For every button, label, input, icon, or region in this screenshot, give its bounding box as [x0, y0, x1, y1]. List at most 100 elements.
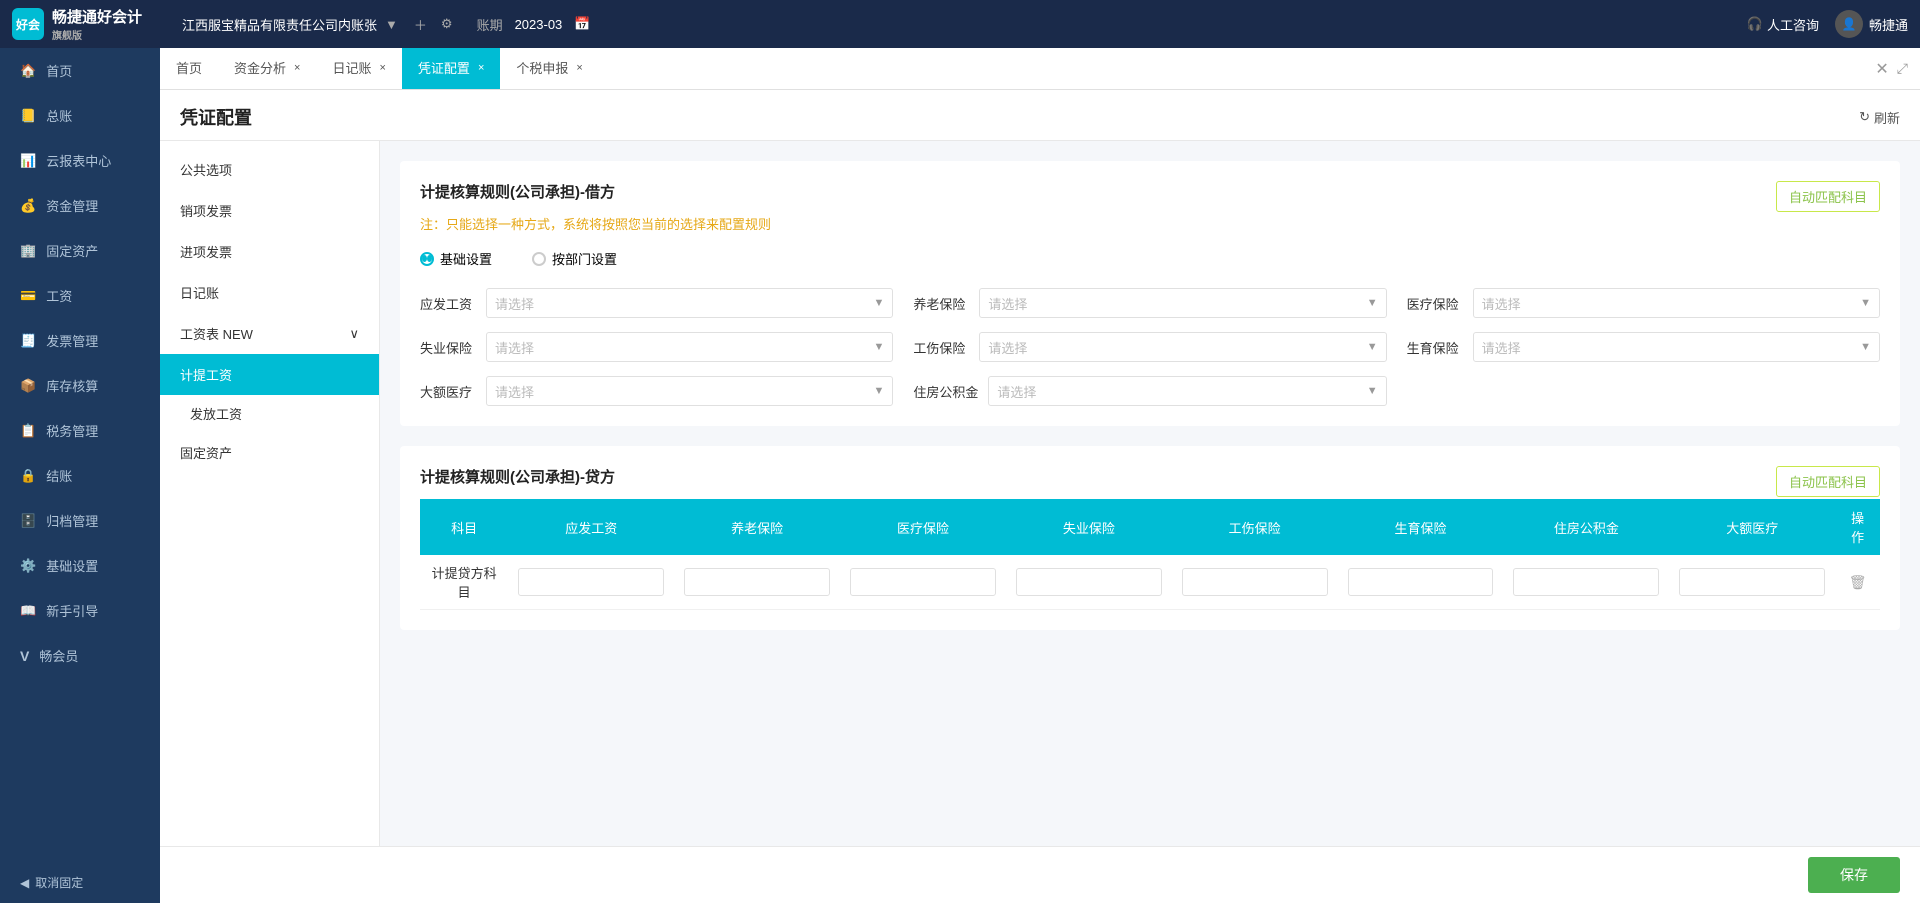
sidebar-item-archive[interactable]: 🗄️ 归档管理 — [0, 498, 160, 543]
select-big-medical[interactable]: 请选择 ▼ — [486, 376, 893, 406]
cancel-fixed-button[interactable]: ◀ 取消固定 — [0, 862, 160, 903]
page-title: 凭证配置 — [180, 104, 252, 130]
tab-maximize-icon[interactable]: ⤢ — [1897, 60, 1908, 77]
sidebar-label-tax: 税务管理 — [46, 421, 98, 440]
select-salary-placeholder: 请选择 — [495, 294, 534, 313]
company-name: 江西服宝精品有限责任公司内账张 — [182, 15, 377, 34]
radio-department[interactable]: 按部门设置 — [532, 249, 617, 268]
select-unemploy[interactable]: 请选择 ▼ — [486, 332, 893, 362]
left-nav-accrual[interactable]: 计提工资 — [160, 354, 379, 395]
select-maternity[interactable]: 请选择 ▼ — [1473, 332, 1880, 362]
input-credit-work-injury[interactable] — [1182, 568, 1328, 596]
credit-section: 计提核算规则(公司承担)-贷方 自动匹配科目 科目 应发工资 养老保险 医疗保险… — [400, 446, 1900, 630]
select-unemploy-placeholder: 请选择 — [495, 338, 534, 357]
page-header: 凭证配置 ↻ 刷新 — [160, 90, 1920, 141]
inventory-icon: 📦 — [20, 378, 36, 394]
new-badge: NEW — [223, 327, 253, 342]
reports-icon: 📊 — [20, 153, 36, 169]
tab-voucher-config[interactable]: 凭证配置 × — [402, 48, 500, 89]
sidebar-item-settings[interactable]: ⚙️ 基础设置 — [0, 543, 160, 588]
select-housing[interactable]: 请选择 ▼ — [988, 376, 1386, 406]
credit-auto-match-button[interactable]: 自动匹配科目 — [1776, 466, 1880, 497]
select-medical[interactable]: 请选择 ▼ — [1473, 288, 1880, 318]
delete-row-icon[interactable]: 🗑 — [1849, 574, 1867, 590]
sidebar-item-assets[interactable]: 🏢 固定资产 — [0, 228, 160, 273]
th-work-injury: 工伤保险 — [1172, 499, 1338, 555]
left-nav-public-label: 公共选项 — [180, 160, 232, 179]
tab-close-all-icon[interactable]: ✕ — [1875, 59, 1888, 79]
left-nav-purchase[interactable]: 进项发票 — [160, 231, 379, 272]
sidebar-label-settings: 基础设置 — [46, 556, 98, 575]
th-unemploy: 失业保险 — [1006, 499, 1172, 555]
td-unemploy-input[interactable] — [1006, 555, 1172, 610]
td-salary-input[interactable] — [508, 555, 674, 610]
th-pension: 养老保险 — [674, 499, 840, 555]
tab-journal[interactable]: 日记账 × — [316, 48, 401, 89]
dropdown-arrow[interactable]: ▼ — [385, 17, 398, 32]
tab-fund-close[interactable]: × — [294, 62, 300, 74]
left-nav-public[interactable]: 公共选项 — [160, 149, 379, 190]
sidebar-item-close[interactable]: 🔒 结账 — [0, 453, 160, 498]
sidebar-item-reports[interactable]: 📊 云报表中心 — [0, 138, 160, 183]
settings-icon[interactable]: ⚙ — [441, 16, 453, 32]
input-credit-pension[interactable] — [684, 568, 830, 596]
sidebar-item-funds[interactable]: 💰 资金管理 — [0, 183, 160, 228]
sidebar-item-inventory[interactable]: 📦 库存核算 — [0, 363, 160, 408]
tab-tax-close[interactable]: × — [576, 62, 582, 74]
calendar-icon[interactable]: 📅 — [574, 16, 590, 32]
tab-fund-analysis[interactable]: 资金分析 × — [218, 48, 316, 89]
tab-voucher-close[interactable]: × — [478, 62, 484, 74]
input-credit-maternity[interactable] — [1348, 568, 1494, 596]
sidebar-label-inventory: 库存核算 — [46, 376, 98, 395]
debit-form-grid: 应发工资 请选择 ▼ 养老保险 请选择 ▼ — [420, 288, 1880, 406]
debit-section: 计提核算规则(公司承担)-借方 注：只能选择一种方式，系统将按照您当前的选择来配… — [400, 161, 1900, 426]
td-work-injury-input[interactable] — [1172, 555, 1338, 610]
left-nav-issue[interactable]: 发放工资 — [160, 395, 379, 432]
select-pension[interactable]: 请选择 ▼ — [979, 288, 1386, 318]
save-button[interactable]: 保存 — [1808, 857, 1900, 893]
radio-dept-label: 按部门设置 — [552, 249, 617, 268]
sidebar-item-guide[interactable]: 📖 新手引导 — [0, 588, 160, 633]
form-row-medical: 医疗保险 请选择 ▼ — [1407, 288, 1880, 318]
td-medical-input[interactable] — [840, 555, 1006, 610]
service-button[interactable]: 🎧 人工咨询 — [1747, 15, 1819, 34]
sidebar-item-ledger[interactable]: 📒 总账 — [0, 93, 160, 138]
sidebar-item-invoice[interactable]: 🧾 发票管理 — [0, 318, 160, 363]
td-pension-input[interactable] — [674, 555, 840, 610]
period-label: 账期 — [477, 15, 503, 34]
page-body: 公共选项 销项发票 进项发票 日记账 工资表 NEW ∨ — [160, 141, 1920, 846]
tab-tax-report[interactable]: 个税申报 × — [500, 48, 598, 89]
radio-basic[interactable]: 基础设置 — [420, 249, 492, 268]
td-maternity-input[interactable] — [1338, 555, 1504, 610]
add-icon[interactable]: ＋ — [414, 15, 427, 34]
td-delete[interactable]: 🗑 — [1835, 555, 1880, 610]
left-nav-fixed-assets[interactable]: 固定资产 — [160, 432, 379, 473]
input-credit-housing[interactable] — [1513, 568, 1659, 596]
tab-home[interactable]: 首页 — [160, 48, 218, 89]
refresh-icon: ↻ — [1859, 109, 1870, 125]
sidebar-item-vip[interactable]: V 畅会员 — [0, 633, 160, 678]
sidebar-item-tax[interactable]: 📋 税务管理 — [0, 408, 160, 453]
input-credit-unemploy[interactable] — [1016, 568, 1162, 596]
funds-icon: 💰 — [20, 198, 36, 214]
sidebar-item-home[interactable]: 🏠 首页 — [0, 48, 160, 93]
left-nav-sales[interactable]: 销项发票 — [160, 190, 379, 231]
user-avatar[interactable]: 👤 畅捷通 — [1835, 10, 1908, 38]
select-work-injury[interactable]: 请选择 ▼ — [979, 332, 1386, 362]
tab-journal-close[interactable]: × — [379, 62, 385, 74]
left-nav-issue-label: 发放工资 — [190, 407, 242, 422]
left-nav-payroll-group[interactable]: 工资表 NEW ∨ — [160, 313, 379, 354]
input-credit-medical[interactable] — [850, 568, 996, 596]
th-maternity: 生育保险 — [1338, 499, 1504, 555]
input-credit-salary[interactable] — [518, 568, 664, 596]
debit-auto-match-button[interactable]: 自动匹配科目 — [1776, 181, 1880, 212]
td-housing-input[interactable] — [1503, 555, 1669, 610]
header-company[interactable]: 江西服宝精品有限责任公司内账张 ▼ ＋ ⚙ 账期 2023-03 📅 — [182, 15, 590, 34]
left-nav-journal[interactable]: 日记账 — [160, 272, 379, 313]
td-big-medical-input[interactable] — [1669, 555, 1835, 610]
label-work-injury: 工伤保险 — [913, 338, 969, 357]
select-salary[interactable]: 请选择 ▼ — [486, 288, 893, 318]
refresh-button[interactable]: ↻ 刷新 — [1859, 108, 1900, 127]
input-credit-big-medical[interactable] — [1679, 568, 1825, 596]
sidebar-item-salary[interactable]: 💳 工资 — [0, 273, 160, 318]
